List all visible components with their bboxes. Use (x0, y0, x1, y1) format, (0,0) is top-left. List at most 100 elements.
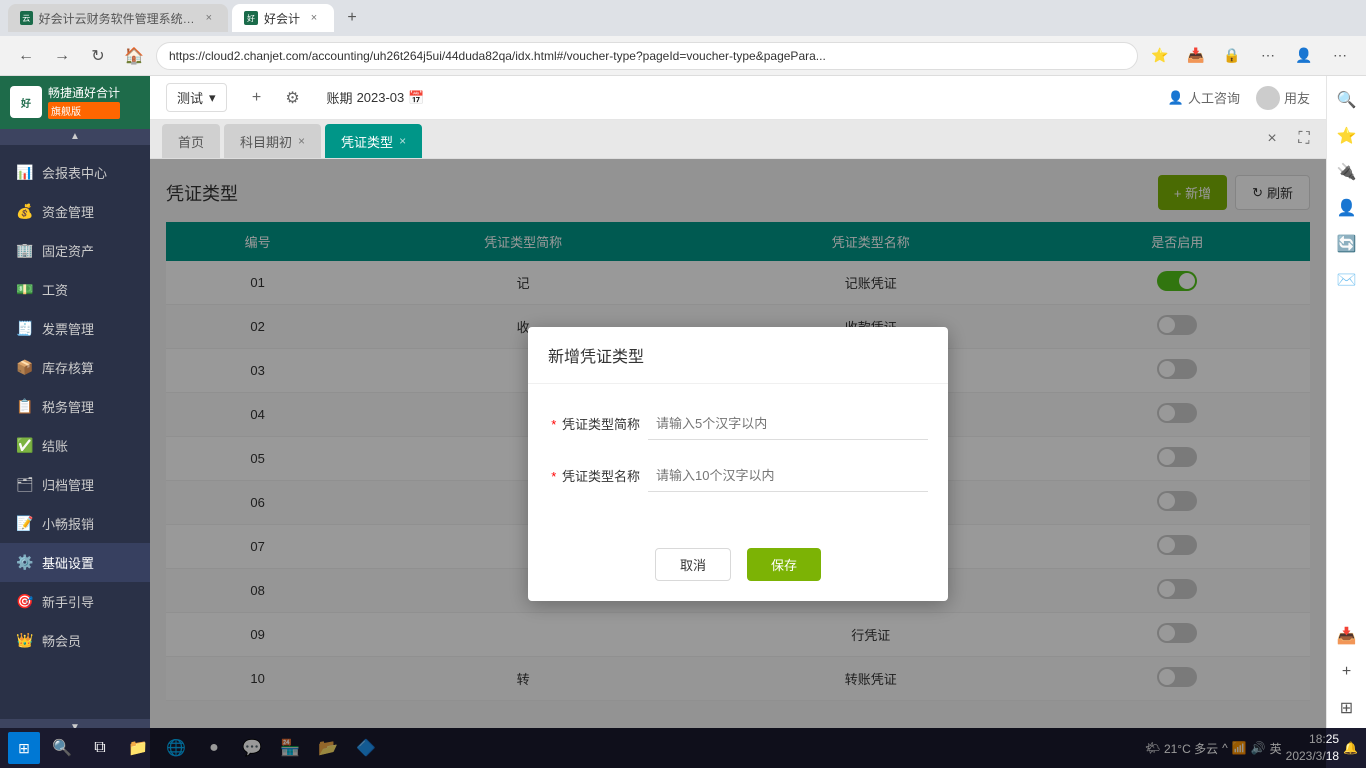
sidebar-label-report: 小畅报销 (42, 514, 94, 533)
right-star-btn[interactable]: ⭐ (1331, 120, 1363, 152)
report-icon: 📝 (16, 514, 34, 532)
modal-body: * 凭证类型简称 * 凭证类型名称 (528, 384, 948, 536)
modal-dialog: 新增凭证类型 * 凭证类型简称 * (528, 327, 948, 601)
tab-subjects-close[interactable]: × (298, 134, 305, 148)
tab-bar: 云 好会计云财务软件管理系统_会计 × 好 好会计 × + (0, 0, 1366, 36)
reports-icon: 📊 (16, 163, 34, 181)
windows-icon: ⊞ (18, 740, 30, 757)
period-label: 账期 (327, 88, 353, 107)
tab-home[interactable]: 首页 (162, 124, 220, 158)
notification-icon: 🔔 (1343, 741, 1358, 755)
tab-close-2[interactable]: × (306, 10, 322, 26)
forward-button[interactable]: → (48, 42, 76, 70)
required-mark-2: * (551, 469, 556, 484)
right-add2-btn[interactable]: + (1331, 656, 1363, 688)
modal-title: 新增凭证类型 (548, 349, 644, 366)
sidebar-item-inventory[interactable]: 📦 库存核算 (0, 348, 150, 387)
settings-gear-btn[interactable]: ⚙ (279, 84, 307, 112)
tab-maximize-btn[interactable]: ⛶ (1290, 125, 1318, 153)
right-user2-btn[interactable]: 👤 (1331, 192, 1363, 224)
right-mail-btn[interactable]: ✉️ (1331, 264, 1363, 296)
sidebar-item-salary[interactable]: 💵 工资 (0, 270, 150, 309)
extension-btn-3[interactable]: 🔒 (1218, 42, 1246, 70)
label-text-short: 凭证类型简称 (562, 417, 640, 432)
tab-subjects[interactable]: 科目期初 × (224, 124, 321, 158)
sidebar-item-checkout[interactable]: ✅ 结账 (0, 426, 150, 465)
browser-tab-2[interactable]: 好 好会计 × (232, 4, 334, 32)
right-refresh2-btn[interactable]: 🔄 (1331, 228, 1363, 260)
reload-button[interactable]: ↻ (84, 42, 112, 70)
sidebar-item-settings[interactable]: ⚙️ 基础设置 (0, 543, 150, 582)
modal-footer: 取消 保存 (528, 536, 948, 601)
cancel-button[interactable]: 取消 (655, 548, 731, 581)
sidebar-item-tax[interactable]: 📋 税务管理 (0, 387, 150, 426)
new-tab-button[interactable]: + (338, 4, 366, 32)
settings-icon: ⚙️ (16, 553, 34, 571)
sidebar-item-reports[interactable]: 📊 会报表中心 (0, 153, 150, 192)
workspace-selector[interactable]: 测试 ▾ (166, 83, 227, 112)
back-button[interactable]: ← (12, 42, 40, 70)
sidebar-label-settings: 基础设置 (42, 553, 94, 572)
sidebar-label-guide: 新手引导 (42, 592, 94, 611)
tab-voucher-type-label: 凭证类型 (341, 132, 393, 151)
right-download-btn[interactable]: 📥 (1331, 620, 1363, 652)
search-taskbar-btn[interactable]: 🔍 (46, 732, 78, 764)
user-label: 用友 (1284, 88, 1310, 107)
more-btn[interactable]: ⋯ (1326, 42, 1354, 70)
app-container: 好 畅捷通好合计 旗舰版 ▲ 📊 会报表中心 💰 资金管理 🏢 固定资产 💵 (0, 76, 1366, 768)
extension-btn-2[interactable]: 📥 (1182, 42, 1210, 70)
sidebar-item-member[interactable]: 👑 畅会员 (0, 621, 150, 660)
sidebar-item-fixed-assets[interactable]: 🏢 固定资产 (0, 231, 150, 270)
user-btn[interactable]: 用友 (1256, 86, 1310, 110)
sidebar-item-guide[interactable]: 🎯 新手引导 (0, 582, 150, 621)
logo-badge: 旗舰版 (48, 102, 120, 119)
sidebar-label-member: 畅会员 (42, 631, 81, 650)
sidebar-item-capital[interactable]: 💰 资金管理 (0, 192, 150, 231)
sidebar-logo: 好 畅捷通好合计 旗舰版 (0, 76, 150, 129)
checkout-icon: ✅ (16, 436, 34, 454)
address-text: https://cloud2.chanjet.com/accounting/uh… (169, 49, 826, 63)
tab-close-1[interactable]: × (202, 10, 216, 26)
short-input[interactable] (648, 408, 928, 440)
tab-voucher-type-close[interactable]: × (399, 134, 406, 148)
tab-home-label: 首页 (178, 132, 204, 151)
period-value: 2023-03 (357, 90, 405, 105)
sidebar-item-invoice[interactable]: 🧾 发票管理 (0, 309, 150, 348)
taskview-btn[interactable]: ⧉ (84, 732, 116, 764)
browser-tab-1[interactable]: 云 好会计云财务软件管理系统_会计 × (8, 4, 228, 32)
sidebar-items: 📊 会报表中心 💰 资金管理 🏢 固定资产 💵 工资 🧾 发票管理 📦 (0, 145, 150, 719)
sidebar-label-capital: 资金管理 (42, 202, 94, 221)
address-input[interactable]: https://cloud2.chanjet.com/accounting/uh… (156, 42, 1138, 70)
consultation-label: 人工咨询 (1188, 88, 1240, 107)
tab-close-btn[interactable]: × (1258, 125, 1286, 153)
profile-btn[interactable]: 👤 (1290, 42, 1318, 70)
sidebar-label-inventory: 库存核算 (42, 358, 94, 377)
top-bar: 测试 ▾ + ⚙ 账期 2023-03 📅 👤 人工咨询 用友 (150, 76, 1326, 120)
right-plugin-btn[interactable]: 🔌 (1331, 156, 1363, 188)
form-row-short: * 凭证类型简称 (548, 408, 928, 440)
tab-voucher-type[interactable]: 凭证类型 × (325, 124, 422, 158)
name-input[interactable] (648, 460, 928, 492)
sidebar-label-tax: 税务管理 (42, 397, 94, 416)
home-button[interactable]: 🏠 (120, 42, 148, 70)
sidebar-item-report[interactable]: 📝 小畅报销 (0, 504, 150, 543)
browser-chrome: 云 好会计云财务软件管理系统_会计 × 好 好会计 × + ← → ↻ 🏠 ht… (0, 0, 1366, 76)
add-workspace-btn[interactable]: + (243, 84, 271, 112)
tabs-section: 首页 科目期初 × 凭证类型 × × ⛶ (150, 120, 1326, 159)
sidebar-label-invoice: 发票管理 (42, 319, 94, 338)
tab-title-2: 好会计 (264, 10, 300, 27)
period-info: 账期 2023-03 📅 (327, 88, 425, 107)
extension-btn-1[interactable]: ⭐ (1146, 42, 1174, 70)
right-search-btn[interactable]: 🔍 (1331, 84, 1363, 116)
tax-icon: 📋 (16, 397, 34, 415)
consultation-btn[interactable]: 👤 人工咨询 (1168, 88, 1240, 107)
sidebar-item-archive[interactable]: 🗂 归档管理 (0, 465, 150, 504)
salary-icon: 💵 (16, 280, 34, 298)
extension-btn-4[interactable]: ⋯ (1254, 42, 1282, 70)
sidebar-scroll-up[interactable]: ▲ (0, 129, 150, 145)
address-bar: ← → ↻ 🏠 https://cloud2.chanjet.com/accou… (0, 36, 1366, 76)
tab-subjects-label: 科目期初 (240, 132, 292, 151)
start-button[interactable]: ⊞ (8, 732, 40, 764)
right-grid-btn[interactable]: ⊞ (1331, 692, 1363, 724)
save-button[interactable]: 保存 (747, 548, 821, 581)
